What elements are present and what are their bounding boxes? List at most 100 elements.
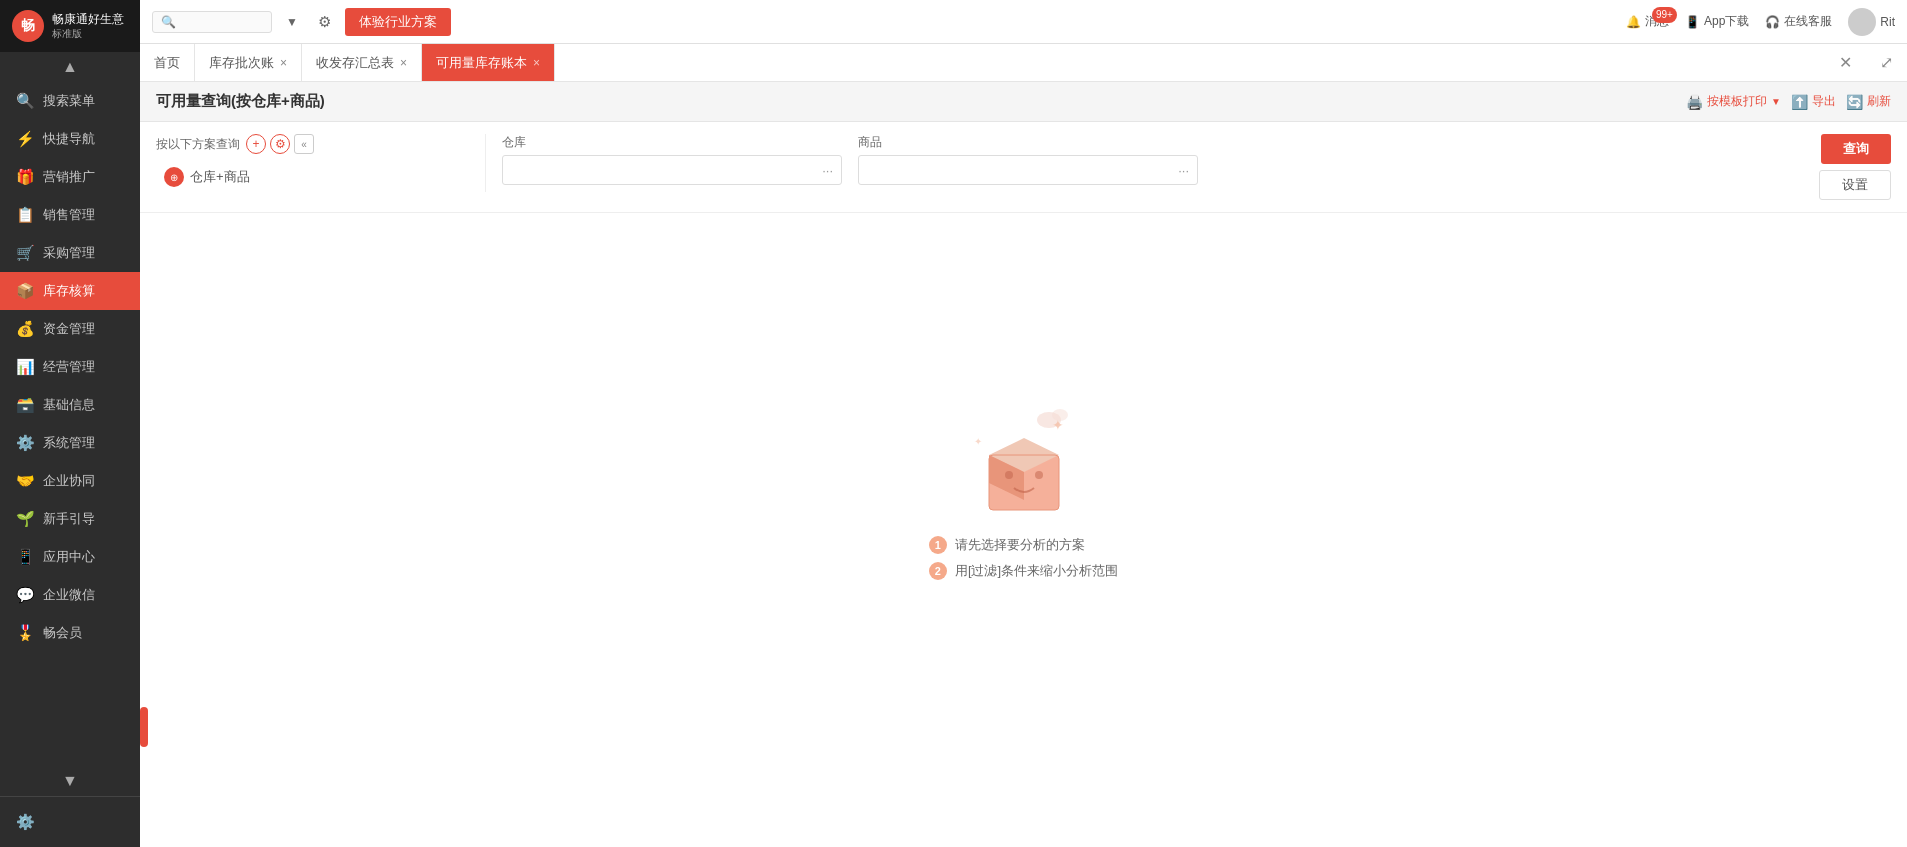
industry-solution-button[interactable]: 体验行业方案 [345, 8, 451, 36]
topbar: 🔍 ▼ ⚙ 体验行业方案 🔔 消息 99+ 📱 App下载 🎧 在线客服 Rit [140, 0, 1907, 44]
refresh-icon: 🔄 [1846, 94, 1863, 110]
tab-batch-accounts[interactable]: 库存批次账 × [195, 44, 302, 81]
goods-more-button[interactable]: ··· [1178, 163, 1189, 178]
sidebar-item-settings[interactable]: ⚙️ [0, 805, 140, 839]
filter-warehouse-input[interactable] [511, 163, 818, 178]
tab-close-all-button[interactable]: ✕ [1825, 45, 1866, 80]
export-button[interactable]: ⬆️ 导出 [1791, 93, 1836, 110]
sidebar-item-enterprise[interactable]: 🤝 企业协同 [0, 462, 140, 500]
tab-close-batch-accounts[interactable]: × [280, 56, 287, 70]
sidebar-item-system[interactable]: ⚙️ 系统管理 [0, 424, 140, 462]
empty-hint-1: 1 请先选择要分析的方案 [929, 536, 1085, 554]
gift-icon: 🎁 [16, 168, 35, 186]
gear-icon: ⚙️ [16, 434, 35, 452]
chevron-down-icon: ▼ [1771, 96, 1781, 107]
query-button[interactable]: 查询 [1821, 134, 1891, 164]
messages-button[interactable]: 🔔 消息 99+ [1626, 13, 1669, 30]
sidebar-item-operations[interactable]: 📊 经营管理 [0, 348, 140, 386]
topbar-search-box[interactable]: 🔍 [152, 11, 272, 33]
tab-close-inventory-summary[interactable]: × [400, 56, 407, 70]
sidebar-item-appstore[interactable]: 📱 应用中心 [0, 538, 140, 576]
sidebar-item-guide[interactable]: 🌱 新手引导 [0, 500, 140, 538]
content-area: 可用量查询(按仓库+商品) 🖨️ 按模板打印 ▼ ⬆️ 导出 🔄 刷新 [140, 82, 1907, 847]
topbar-gear-icon[interactable]: ⚙ [312, 11, 337, 33]
sidebar-item-basic[interactable]: 🗃️ 基础信息 [0, 386, 140, 424]
message-badge: 99+ [1652, 7, 1677, 23]
cart-icon: 🛒 [16, 244, 35, 262]
filter-settings-button[interactable]: ⚙ [270, 134, 290, 154]
print-icon: 🖨️ [1686, 94, 1703, 110]
filter-warehouse-field: 仓库 ··· [502, 134, 842, 185]
svg-point-7 [1035, 471, 1043, 479]
tab-expand-button[interactable]: ⤢ [1866, 45, 1907, 80]
sidebar-item-wechat[interactable]: 💬 企业微信 [0, 576, 140, 614]
app-icon: 📱 [16, 548, 35, 566]
sidebar-item-member[interactable]: 🎖️ 畅会员 [0, 614, 140, 652]
settings-button[interactable]: 设置 [1819, 170, 1891, 200]
avatar [1848, 8, 1876, 36]
sidebar-nav: 🔍 搜索菜单 ⚡ 快捷导航 🎁 营销推广 📋 销售管理 🛒 采购管理 📦 库存核… [0, 82, 140, 766]
handshake-icon: 🤝 [16, 472, 35, 490]
warehouse-more-button[interactable]: ··· [822, 163, 833, 178]
bell-icon: 🔔 [1626, 15, 1641, 29]
guide-icon: 🌱 [16, 510, 35, 528]
tab-home[interactable]: 首页 [140, 44, 195, 81]
refresh-button[interactable]: 🔄 刷新 [1846, 93, 1891, 110]
sidebar-logo: 畅 [12, 10, 44, 42]
page-actions: 🖨️ 按模板打印 ▼ ⬆️ 导出 🔄 刷新 [1686, 93, 1891, 110]
filter-scheme-actions: + ⚙ « [246, 134, 314, 154]
search-icon: 🔍 [16, 92, 35, 110]
headset-icon: 🎧 [1765, 15, 1780, 29]
page-title: 可用量查询(按仓库+商品) [156, 92, 325, 111]
svg-text:✦: ✦ [974, 436, 982, 447]
filter-warehouse-input-container[interactable]: ··· [502, 155, 842, 185]
sidebar-item-marketing[interactable]: 🎁 营销推广 [0, 158, 140, 196]
empty-svg-illustration: ✦ ✦ [964, 400, 1084, 520]
sidebar-item-purchase[interactable]: 🛒 采购管理 [0, 234, 140, 272]
empty-hint-2: 2 用[过滤]条件来缩小分析范围 [929, 562, 1118, 580]
empty-state: ✦ ✦ 1 请先选择要分析的方案 2 用[过滤]条件来缩小分析范围 [140, 213, 1907, 847]
tab-inventory-summary[interactable]: 收发存汇总表 × [302, 44, 422, 81]
lightning-icon: ⚡ [16, 130, 35, 148]
sidebar: 畅 畅康通好生意 标准版 ▲ 🔍 搜索菜单 ⚡ 快捷导航 🎁 营销推广 📋 销售… [0, 0, 140, 847]
filter-collapse-button[interactable]: « [294, 134, 314, 154]
filter-fields: 仓库 ··· 商品 ··· [486, 134, 1803, 185]
app-download-button[interactable]: 📱 App下载 [1685, 13, 1749, 30]
topbar-search-input[interactable] [180, 15, 260, 29]
sidebar-item-search[interactable]: 🔍 搜索菜单 [0, 82, 140, 120]
wechat-icon: 💬 [16, 586, 35, 604]
empty-illustration: ✦ ✦ [964, 400, 1084, 520]
tab-close-available-qty[interactable]: × [533, 56, 540, 70]
search-icon: 🔍 [161, 15, 176, 29]
filter-scheme-panel: 按以下方案查询 + ⚙ « ⊕ 仓库+商品 [156, 134, 486, 192]
phone-icon: 📱 [1685, 15, 1700, 29]
filter-goods-input[interactable] [867, 163, 1174, 178]
sidebar-item-finance[interactable]: 💰 资金管理 [0, 310, 140, 348]
print-button[interactable]: 🖨️ 按模板打印 ▼ [1686, 93, 1781, 110]
online-support-button[interactable]: 🎧 在线客服 [1765, 13, 1832, 30]
filter-panel: 按以下方案查询 + ⚙ « ⊕ 仓库+商品 仓库 · [140, 122, 1907, 213]
filter-add-button[interactable]: + [246, 134, 266, 154]
sidebar-scroll-up[interactable]: ▲ [0, 52, 140, 82]
filter-scheme-item-warehouse-goods[interactable]: ⊕ 仓库+商品 [156, 162, 473, 192]
sidebar-item-sales[interactable]: 📋 销售管理 [0, 196, 140, 234]
tab-available-qty[interactable]: 可用量库存账本 × [422, 44, 555, 81]
sidebar-item-inventory[interactable]: 📦 库存核算 [0, 272, 140, 310]
main-area: 🔍 ▼ ⚙ 体验行业方案 🔔 消息 99+ 📱 App下载 🎧 在线客服 Rit [140, 0, 1907, 847]
sidebar-header: 畅 畅康通好生意 标准版 [0, 0, 140, 52]
scrollbar-thumb [140, 707, 148, 747]
basic-icon: 🗃️ [16, 396, 35, 414]
user-profile[interactable]: Rit [1848, 8, 1895, 36]
empty-hints: 1 请先选择要分析的方案 2 用[过滤]条件来缩小分析范围 [929, 536, 1118, 580]
filter-goods-input-container[interactable]: ··· [858, 155, 1198, 185]
tab-bar: 首页 库存批次账 × 收发存汇总表 × 可用量库存账本 × ✕ ⤢ [140, 44, 1907, 82]
inventory-icon: 📦 [16, 282, 35, 300]
settings-icon: ⚙️ [16, 813, 35, 831]
sidebar-bottom: ⚙️ [0, 796, 140, 847]
scheme-icon: ⊕ [164, 167, 184, 187]
export-icon: ⬆️ [1791, 94, 1808, 110]
sidebar-scroll-down[interactable]: ▼ [0, 766, 140, 796]
chart-icon: 📊 [16, 358, 35, 376]
topbar-dropdown-arrow[interactable]: ▼ [280, 13, 304, 31]
sidebar-item-shortcut[interactable]: ⚡ 快捷导航 [0, 120, 140, 158]
